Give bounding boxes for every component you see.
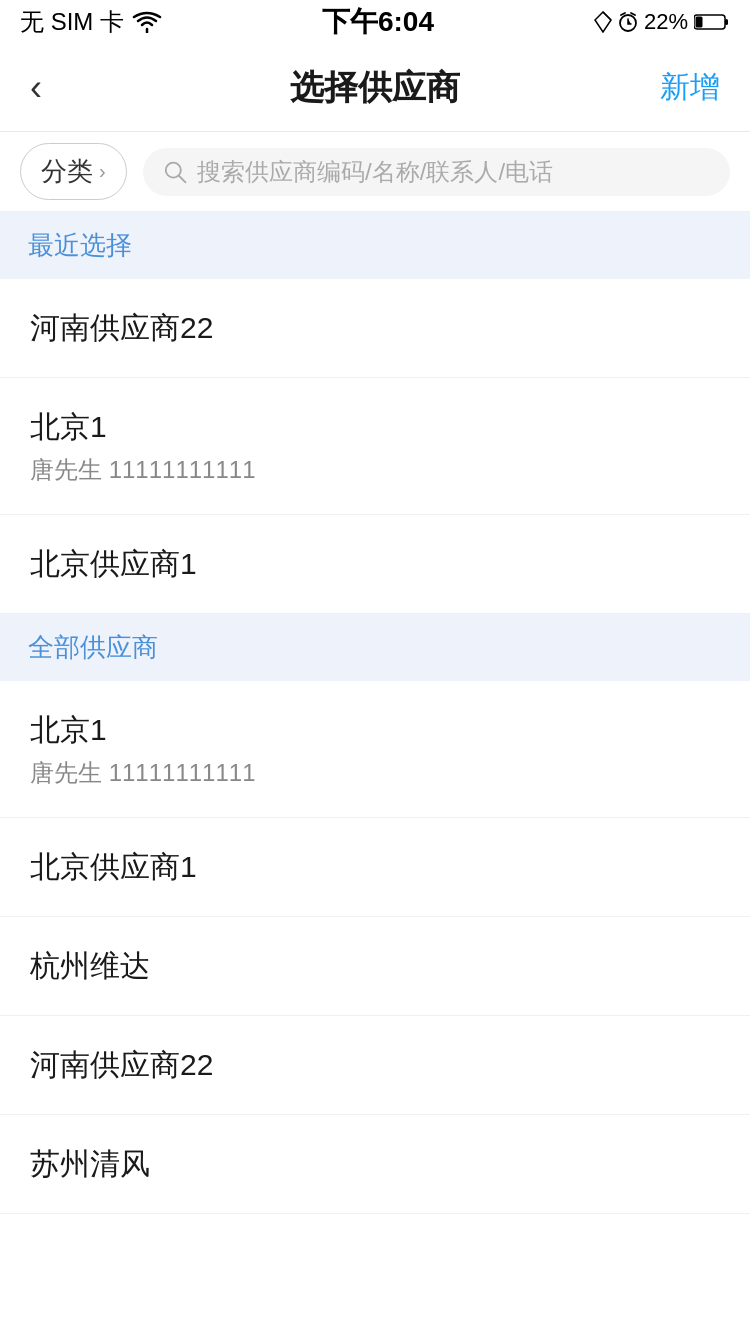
item-name: 河南供应商22 <box>30 307 720 349</box>
item-name: 苏州清风 <box>30 1143 720 1185</box>
svg-rect-2 <box>725 19 728 25</box>
status-bar: 无 SIM 卡 下午6:04 22% <box>0 0 750 44</box>
item-name: 河南供应商22 <box>30 1044 720 1086</box>
filter-bar: 分类 › <box>0 132 750 212</box>
recent-section-title: 最近选择 <box>28 230 132 260</box>
no-sim-text: 无 SIM 卡 <box>20 6 124 38</box>
search-icon <box>163 159 187 185</box>
all-section-title: 全部供应商 <box>28 632 158 662</box>
alarm-icon <box>618 11 638 33</box>
list-item[interactable]: 北京供应商1 <box>0 515 750 614</box>
recent-items-list: 河南供应商22 北京1 唐先生 11111111111 北京供应商1 <box>0 279 750 614</box>
list-item[interactable]: 北京1 唐先生 11111111111 <box>0 378 750 515</box>
item-name: 杭州维达 <box>30 945 720 987</box>
item-name: 北京1 <box>30 406 720 448</box>
all-section-header: 全部供应商 <box>0 614 750 681</box>
category-button[interactable]: 分类 › <box>20 143 127 200</box>
status-left: 无 SIM 卡 <box>20 6 162 38</box>
battery-icon <box>694 13 730 31</box>
all-items-list: 北京1 唐先生 11111111111 北京供应商1 杭州维达 河南供应商22 … <box>0 681 750 1214</box>
category-label: 分类 <box>41 154 93 189</box>
item-contact: 唐先生 11111111111 <box>30 757 720 789</box>
list-item[interactable]: 杭州维达 <box>0 917 750 1016</box>
battery-percent: 22% <box>644 9 688 35</box>
status-time: 下午6:04 <box>322 3 434 41</box>
list-item[interactable]: 河南供应商22 <box>0 1016 750 1115</box>
search-input[interactable] <box>197 158 710 186</box>
recent-section-header: 最近选择 <box>0 212 750 279</box>
item-name: 北京供应商1 <box>30 846 720 888</box>
nav-bar: ‹ 选择供应商 新增 <box>0 44 750 132</box>
add-button[interactable]: 新增 <box>660 67 720 108</box>
list-item[interactable]: 北京供应商1 <box>0 818 750 917</box>
wifi-icon <box>132 11 162 33</box>
location-icon <box>594 11 612 33</box>
page-title: 选择供应商 <box>290 65 460 111</box>
item-name: 北京供应商1 <box>30 543 720 585</box>
svg-rect-3 <box>695 17 702 28</box>
chevron-right-icon: › <box>99 160 106 183</box>
item-contact: 唐先生 11111111111 <box>30 454 720 486</box>
list-item[interactable]: 苏州清风 <box>0 1115 750 1214</box>
item-name: 北京1 <box>30 709 720 751</box>
back-button[interactable]: ‹ <box>30 67 90 109</box>
list-item[interactable]: 北京1 唐先生 11111111111 <box>0 681 750 818</box>
list-item[interactable]: 河南供应商22 <box>0 279 750 378</box>
search-box <box>143 148 730 196</box>
status-right: 22% <box>594 9 730 35</box>
